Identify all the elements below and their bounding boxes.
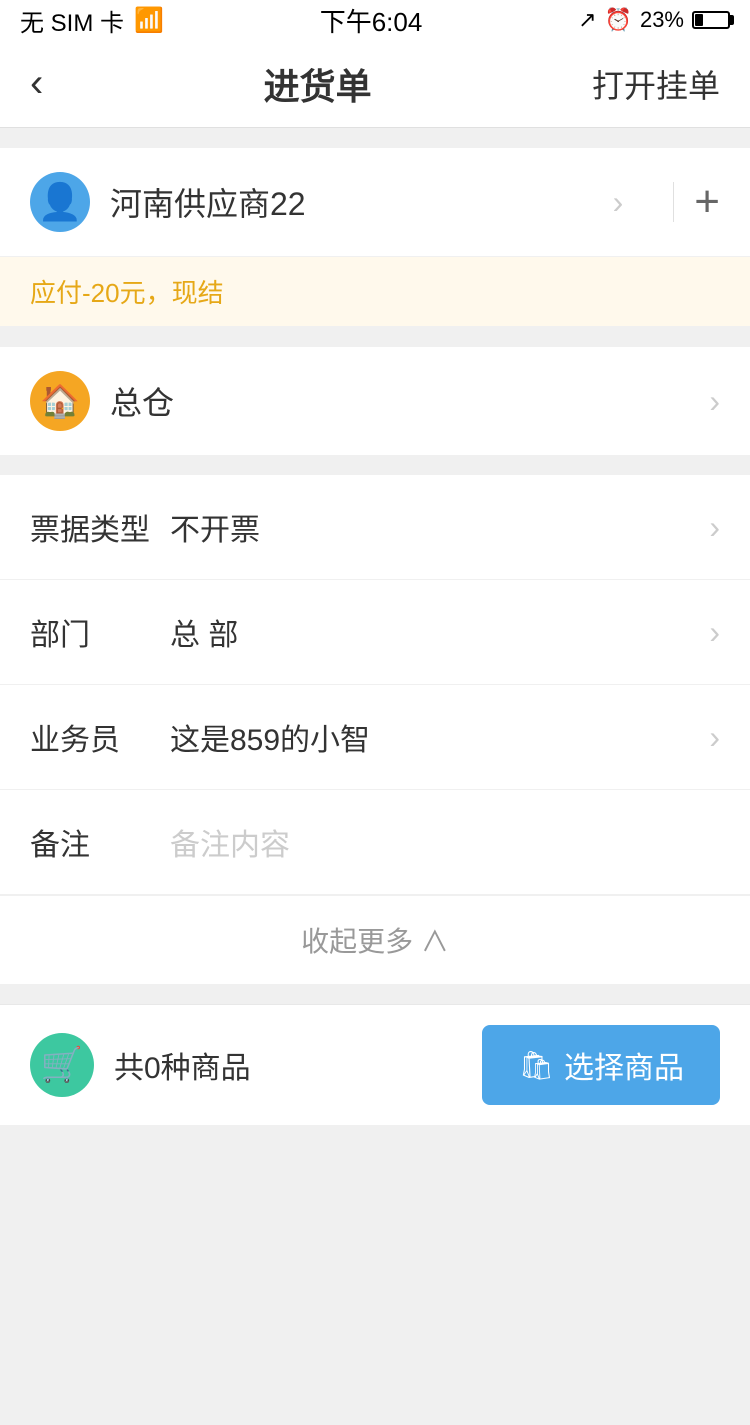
supplier-name: 河南供应商22 bbox=[110, 179, 613, 225]
notice-text: 应付-20元，现结 bbox=[30, 278, 224, 308]
add-supplier-button[interactable]: + bbox=[694, 177, 720, 227]
alarm-icon: ⏰ bbox=[605, 7, 632, 33]
department-chevron-icon: › bbox=[709, 614, 720, 651]
invoice-type-label: 票据类型 bbox=[30, 505, 170, 549]
supplier-row[interactable]: 👤 河南供应商22 › + bbox=[0, 148, 750, 257]
back-button[interactable]: ‹ bbox=[30, 61, 43, 106]
invoice-type-row[interactable]: 票据类型 不开票 › bbox=[0, 475, 750, 580]
salesperson-row[interactable]: 业务员 这是859的小智 › bbox=[0, 685, 750, 790]
page-title: 进货单 bbox=[264, 58, 372, 110]
goods-count: 共0种商品 bbox=[114, 1043, 482, 1087]
location-icon: ↗ bbox=[578, 7, 596, 33]
supplier-section: 👤 河南供应商22 › + 应付-20元，现结 bbox=[0, 148, 750, 327]
warehouse-chevron-icon: › bbox=[709, 383, 720, 420]
open-pending-button[interactable]: 打开挂单 bbox=[592, 61, 720, 107]
cart-add-icon: 🛍 bbox=[518, 1049, 554, 1082]
department-value: 总 部 bbox=[170, 610, 709, 654]
salesperson-value: 这是859的小智 bbox=[170, 715, 709, 759]
supplier-avatar: 👤 bbox=[30, 172, 90, 232]
supplier-chevron-icon: › bbox=[613, 184, 624, 221]
status-time: 下午6:04 bbox=[320, 2, 423, 39]
salesperson-label: 业务员 bbox=[30, 715, 170, 759]
remark-label: 备注 bbox=[30, 820, 170, 864]
goods-icon-wrap: 🛒 bbox=[30, 1033, 94, 1097]
goods-icon: 🛒 bbox=[41, 1045, 83, 1085]
nav-bar: ‹ 进货单 打开挂单 bbox=[0, 40, 750, 128]
department-label: 部门 bbox=[30, 610, 170, 654]
select-goods-label: 选择商品 bbox=[564, 1043, 684, 1087]
notice-bar: 应付-20元，现结 bbox=[0, 257, 750, 327]
warehouse-row[interactable]: 🏠 总仓 › bbox=[0, 347, 750, 455]
form-section: 票据类型 不开票 › 部门 总 部 › 业务员 这是859的小智 › 备注 备注… bbox=[0, 475, 750, 984]
invoice-type-chevron-icon: › bbox=[709, 509, 720, 546]
carrier-text: 无 SIM 卡 bbox=[20, 3, 124, 38]
divider-top bbox=[0, 128, 750, 148]
wifi-icon: 📶 bbox=[134, 6, 164, 35]
battery-percent: 23% bbox=[640, 7, 684, 33]
bottom-bar: 🛒 共0种商品 🛍 选择商品 bbox=[0, 1004, 750, 1125]
status-bar: 无 SIM 卡 📶 下午6:04 ↗ ⏰ 23% bbox=[0, 0, 750, 40]
divider-1 bbox=[0, 327, 750, 347]
status-left: 无 SIM 卡 📶 bbox=[20, 3, 164, 38]
warehouse-name: 总仓 bbox=[110, 378, 709, 424]
battery-icon bbox=[692, 11, 730, 29]
remark-row[interactable]: 备注 备注内容 bbox=[0, 790, 750, 895]
select-goods-button[interactable]: 🛍 选择商品 bbox=[482, 1025, 720, 1105]
salesperson-chevron-icon: › bbox=[709, 719, 720, 756]
collapse-text: 收起更多 ∧ bbox=[301, 920, 449, 960]
department-row[interactable]: 部门 总 部 › bbox=[0, 580, 750, 685]
status-right: ↗ ⏰ 23% bbox=[578, 7, 730, 33]
user-icon: 👤 bbox=[38, 181, 83, 223]
warehouse-icon-wrap: 🏠 bbox=[30, 371, 90, 431]
invoice-type-value: 不开票 bbox=[170, 505, 709, 549]
divider-2 bbox=[0, 455, 750, 475]
remark-input[interactable]: 备注内容 bbox=[170, 820, 720, 864]
collapse-bar[interactable]: 收起更多 ∧ bbox=[0, 895, 750, 984]
page-rest bbox=[0, 1125, 750, 1425]
warehouse-section: 🏠 总仓 › bbox=[0, 347, 750, 455]
warehouse-icon: 🏠 bbox=[40, 382, 80, 420]
supplier-divider bbox=[673, 182, 674, 222]
